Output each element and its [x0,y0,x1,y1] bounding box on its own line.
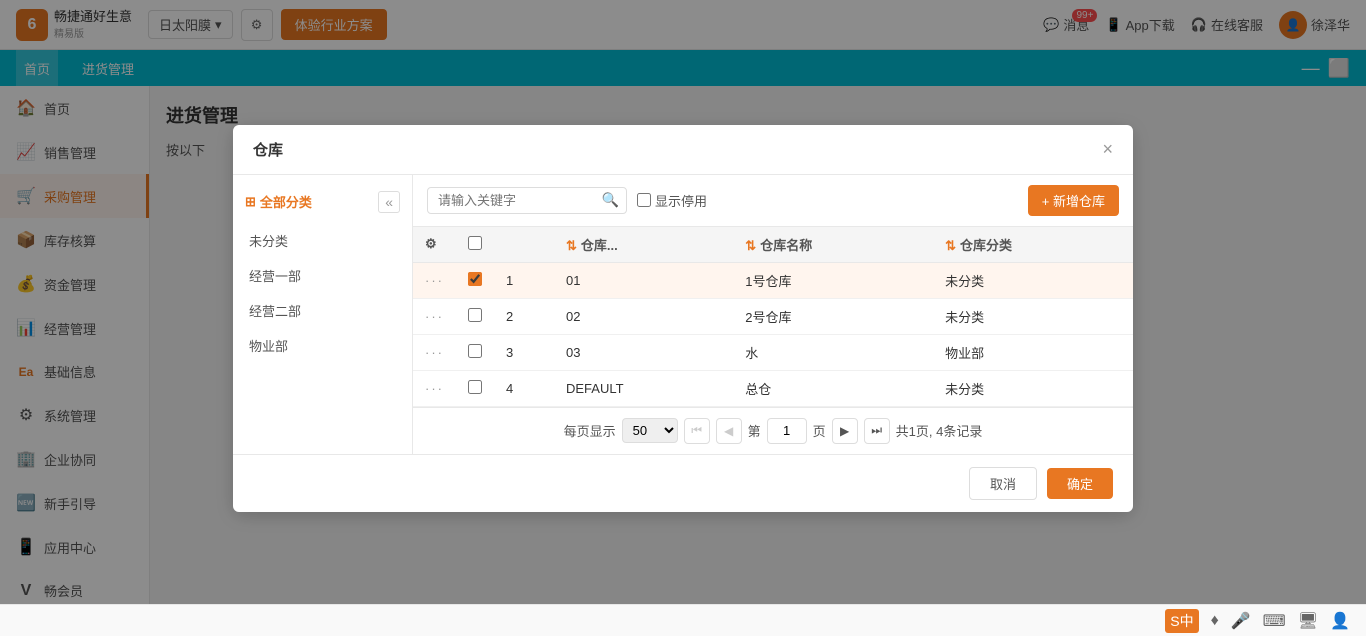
prev-page-button[interactable]: ◀ [716,418,742,444]
category-title-text: 全部分类 [260,192,312,211]
page-jump-label: 第 [748,421,761,440]
bottom-icon-mic[interactable]: 🎤 [1231,611,1251,631]
cell-code: DEFAULT [554,370,733,406]
th-num [494,227,554,263]
th-category: ⇅仓库分类 [933,227,1133,263]
cell-category: 未分类 [933,262,1133,298]
table-row[interactable]: ··· 4 DEFAULT 总仓 未分类 [413,370,1133,406]
page-number-input[interactable] [767,418,807,444]
cell-dots[interactable]: ··· [413,298,456,334]
cell-num: 4 [494,370,554,406]
pagination-bar: 每页显示 50 10 20 100 ⏮ ◀ 第 页 ▶ ⏭ 共1页, 4条记录 [413,407,1133,454]
row-actions-icon[interactable]: ··· [425,345,444,360]
row-checkbox[interactable] [468,272,482,286]
last-page-button[interactable]: ⏭ [864,418,890,444]
sort-icon-name: ⇅ [745,238,756,253]
cell-name: 1号仓库 [733,262,933,298]
row-checkbox[interactable] [468,380,482,394]
cell-category: 物业部 [933,334,1133,370]
warehouse-dialog: 仓库 × ⊞ 全部分类 « 未分类 经营一部 经营二部 物业部 [233,125,1133,512]
select-all-checkbox[interactable] [468,236,482,250]
table-toolbar: 🔍 显示停用 + 新增仓库 [413,175,1133,227]
cell-dots[interactable]: ··· [413,370,456,406]
show-disabled-label[interactable]: 显示停用 [637,191,707,210]
th-name: ⇅仓库名称 [733,227,933,263]
search-icon[interactable]: 🔍 [602,192,619,209]
dialog-body: ⊞ 全部分类 « 未分类 经营一部 经营二部 物业部 🔍 [233,175,1133,454]
row-checkbox[interactable] [468,308,482,322]
grid-icon: ⊞ [245,194,256,210]
th-code: ⇅仓库... [554,227,733,263]
cell-name: 2号仓库 [733,298,933,334]
cell-checkbox[interactable] [456,262,494,298]
dialog-close-button[interactable]: × [1102,140,1113,158]
category-panel: ⊞ 全部分类 « 未分类 经营一部 经营二部 物业部 [233,175,413,454]
table-row[interactable]: ··· 3 03 水 物业部 [413,334,1133,370]
next-page-button[interactable]: ▶ [832,418,858,444]
cell-code: 03 [554,334,733,370]
confirm-button[interactable]: 确定 [1047,468,1113,499]
cell-code: 02 [554,298,733,334]
cell-checkbox[interactable] [456,334,494,370]
cell-num: 1 [494,262,554,298]
page-size-label: 每页显示 [564,421,616,440]
page-label: 页 [813,421,826,440]
bottom-icon-diamond[interactable]: ♦ [1211,612,1219,630]
row-checkbox[interactable] [468,344,482,358]
row-actions-icon[interactable]: ··· [425,273,444,288]
row-actions-icon[interactable]: ··· [425,381,444,396]
cell-num: 3 [494,334,554,370]
sort-icon-code: ⇅ [566,238,577,253]
warehouse-table: ⚙ ⇅仓库... ⇅仓库名称 [413,227,1133,407]
category-title: ⊞ 全部分类 [245,192,312,211]
category-item-unclassified[interactable]: 未分类 [233,223,412,258]
cell-name: 总仓 [733,370,933,406]
page-size-select[interactable]: 50 10 20 100 [622,418,678,443]
table-header-row: ⚙ ⇅仓库... ⇅仓库名称 [413,227,1133,263]
bottom-icon-keyboard[interactable]: ⌨ [1263,611,1286,631]
bottom-bar: S中 ♦ 🎤 ⌨ 🖥 👤 [0,604,1366,636]
modal-overlay: 仓库 × ⊞ 全部分类 « 未分类 经营一部 经营二部 物业部 [0,0,1366,636]
cell-dots[interactable]: ··· [413,334,456,370]
cell-dots[interactable]: ··· [413,262,456,298]
show-disabled-text: 显示停用 [655,191,707,210]
bottom-icon-user[interactable]: 👤 [1330,611,1350,631]
category-item-property[interactable]: 物业部 [233,328,412,363]
dialog-title: 仓库 [253,139,283,160]
total-info: 共1页, 4条记录 [896,421,983,440]
cancel-button[interactable]: 取消 [969,467,1037,500]
bottom-icon-s[interactable]: S中 [1165,609,1198,633]
first-page-button[interactable]: ⏮ [684,418,710,444]
category-item-ops2[interactable]: 经营二部 [233,293,412,328]
collapse-button[interactable]: « [378,191,400,213]
table-row[interactable]: ··· 1 01 1号仓库 未分类 [413,262,1133,298]
table-panel: 🔍 显示停用 + 新增仓库 ⚙ [413,175,1133,454]
sort-icon-category: ⇅ [945,238,956,253]
search-wrap: 🔍 [427,187,627,214]
cell-category: 未分类 [933,370,1133,406]
data-table-wrap: ⚙ ⇅仓库... ⇅仓库名称 [413,227,1133,407]
cell-category: 未分类 [933,298,1133,334]
cell-checkbox[interactable] [456,298,494,334]
cell-code: 01 [554,262,733,298]
search-input[interactable] [427,187,627,214]
bottom-icon-monitor[interactable]: 🖥 [1298,611,1318,631]
th-settings: ⚙ [413,227,456,263]
show-disabled-checkbox[interactable] [637,193,651,207]
cell-checkbox[interactable] [456,370,494,406]
row-actions-icon[interactable]: ··· [425,309,444,324]
dialog-header: 仓库 × [233,125,1133,175]
cell-name: 水 [733,334,933,370]
cell-num: 2 [494,298,554,334]
add-warehouse-button[interactable]: + 新增仓库 [1028,185,1119,216]
table-row[interactable]: ··· 2 02 2号仓库 未分类 [413,298,1133,334]
category-item-ops1[interactable]: 经营一部 [233,258,412,293]
th-checkbox [456,227,494,263]
dialog-footer: 取消 确定 [233,454,1133,512]
category-header: ⊞ 全部分类 « [233,185,412,223]
